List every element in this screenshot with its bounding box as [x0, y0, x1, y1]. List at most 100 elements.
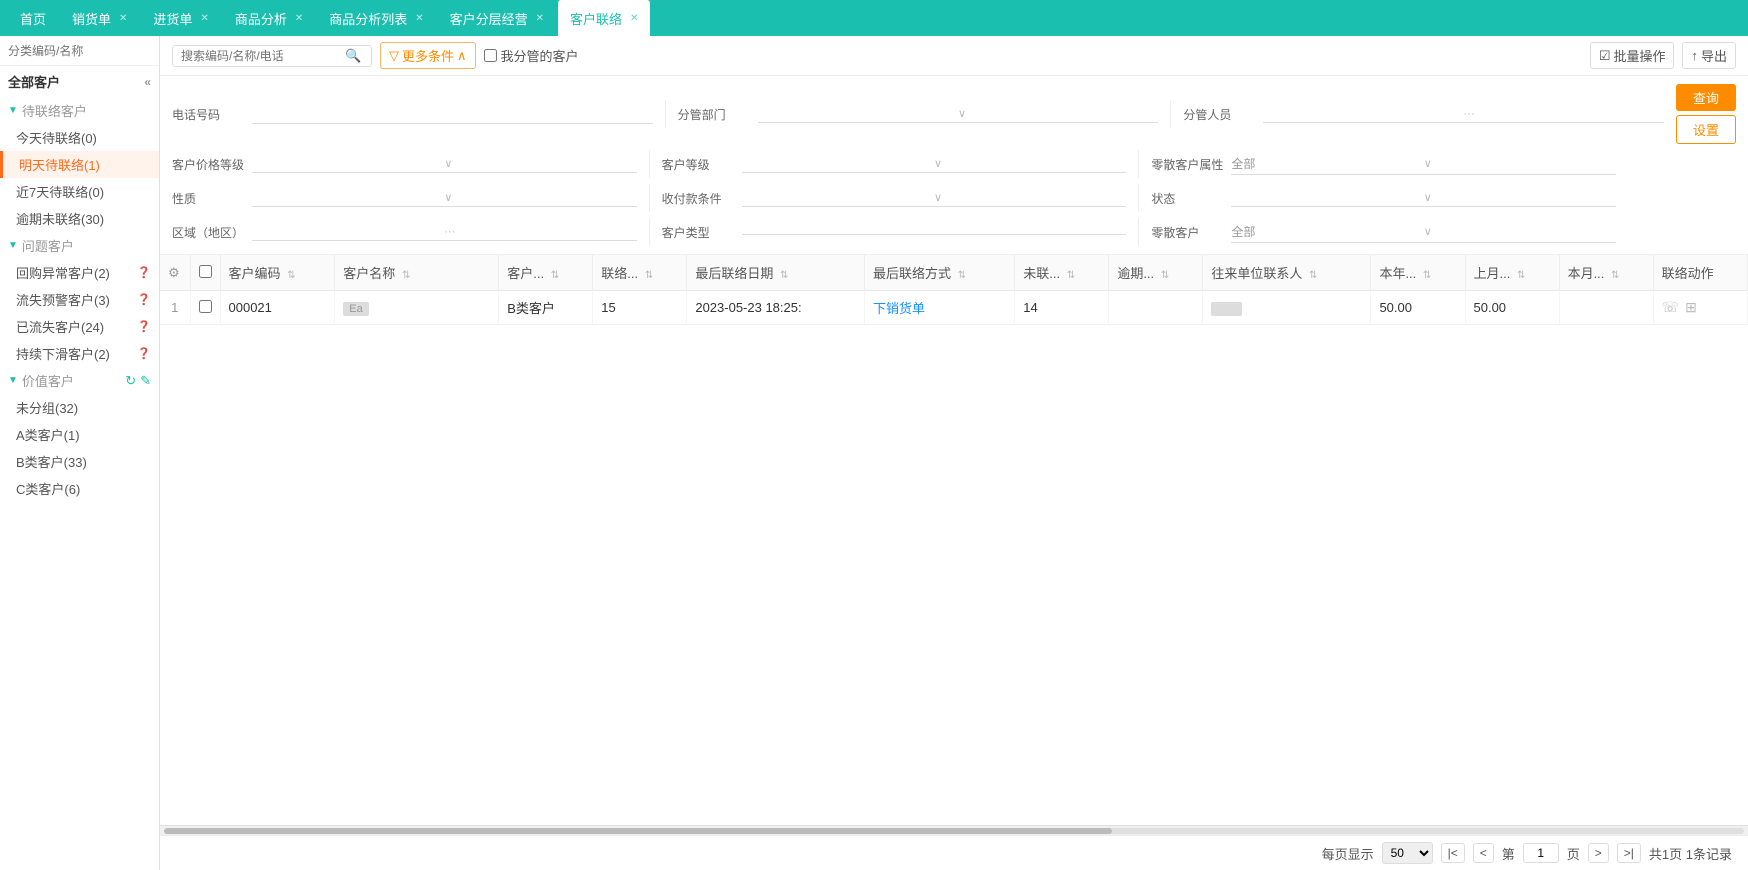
nav-product-analysis-list[interactable]: 商品分析列表 ✕ — [317, 0, 435, 36]
filter-my-customers[interactable]: 我分管的客户 — [484, 46, 579, 65]
col-code-sort[interactable]: ⇅ — [287, 270, 295, 281]
col-last-month-sort[interactable]: ⇅ — [1517, 270, 1525, 281]
nav-purchase-close[interactable]: ✕ — [200, 13, 208, 24]
sidebar-item-repurchase-help[interactable]: ❓ — [137, 266, 151, 279]
nav-sales-close[interactable]: ✕ — [119, 13, 127, 24]
filter-search-icon[interactable]: 🔍 — [345, 48, 361, 64]
col-type-sort[interactable]: ⇅ — [551, 270, 559, 281]
col-contact-sort[interactable]: ⇅ — [645, 270, 653, 281]
settings-button[interactable]: 设置 — [1676, 115, 1736, 144]
col-contact: 联络... ⇅ — [593, 255, 687, 291]
filter-payment-label: 收付款条件 — [662, 190, 742, 207]
filter-divider-8 — [1138, 218, 1139, 246]
bottom-scroll[interactable] — [160, 825, 1748, 835]
filter-retail-customer-label: 零散客户 — [1151, 224, 1231, 241]
per-page-select[interactable]: 50 100 200 — [1382, 842, 1433, 864]
col-last-method-label: 最后联络方式 — [873, 266, 951, 281]
nav-home[interactable]: 首页 — [8, 0, 58, 36]
sidebar-item-today[interactable]: 今天待联络(0) — [0, 124, 159, 151]
nav-customer-contact-close[interactable]: ✕ — [630, 13, 638, 24]
col-last-method-sort[interactable]: ⇅ — [958, 270, 966, 281]
row-grid-icon[interactable]: ⊞ — [1685, 299, 1697, 316]
sidebar-item-tomorrow[interactable]: 明天待联络(1) — [0, 151, 159, 178]
scroll-track — [164, 828, 1744, 834]
nav-customer-contact[interactable]: 客户联络 ✕ — [558, 0, 650, 36]
filter-phone-input[interactable] — [252, 105, 653, 124]
sidebar-item-churn-warning-help[interactable]: ❓ — [137, 293, 151, 306]
sidebar-item-overdue-pending[interactable]: 逾期未联络(30) — [0, 205, 159, 232]
col-unit-contact-sort[interactable]: ⇅ — [1309, 270, 1317, 281]
total-records: 共1页 1条记录 — [1649, 844, 1732, 863]
filter-nature-select[interactable]: ∨ — [252, 189, 637, 207]
col-uncontacted-sort[interactable]: ⇅ — [1067, 270, 1075, 281]
sidebar-value-edit[interactable]: ✎ — [140, 373, 151, 389]
batch-op-checkbox-icon: ☑ — [1599, 48, 1611, 64]
col-name-sort[interactable]: ⇅ — [402, 270, 410, 281]
filter-status-select[interactable]: ∨ — [1231, 189, 1616, 207]
col-this-month-sort[interactable]: ⇅ — [1611, 270, 1619, 281]
filter-row-1: 电话号码 分管部门 ∨ 分管人员 ··· — [172, 84, 1736, 144]
filter-person-select[interactable]: ··· — [1263, 106, 1664, 123]
sidebar-item-week[interactable]: 近7天待联络(0) — [0, 178, 159, 205]
sidebar-item-churned-help[interactable]: ❓ — [137, 320, 151, 333]
sidebar-item-churned[interactable]: 已流失客户(24) ❓ — [0, 313, 159, 340]
sidebar-item-repurchase[interactable]: 回购异常客户(2) ❓ — [0, 259, 159, 286]
col-settings: ⚙ — [160, 255, 190, 291]
sidebar-item-declining-help[interactable]: ❓ — [137, 347, 151, 360]
sidebar-item-declining[interactable]: 持续下滑客户(2) ❓ — [0, 340, 159, 367]
row-phone-icon[interactable]: ☏ — [1662, 299, 1680, 316]
first-page-btn[interactable]: |< — [1441, 843, 1465, 863]
col-this-year-sort[interactable]: ⇅ — [1423, 270, 1431, 281]
col-name-label: 客户名称 — [343, 266, 395, 281]
row-checkbox[interactable] — [199, 300, 212, 313]
sidebar-group-problem-label: 问题客户 — [22, 236, 74, 255]
sidebar-item-type-b[interactable]: B类客户(33) — [0, 448, 159, 475]
batch-op-button[interactable]: ☑ 批量操作 — [1590, 42, 1675, 69]
last-page-btn[interactable]: >| — [1617, 843, 1641, 863]
filter-search-input[interactable] — [181, 49, 341, 63]
sidebar-item-type-a[interactable]: A类客户(1) — [0, 421, 159, 448]
col-overdue-label: 逾期... — [1117, 266, 1154, 281]
batch-op-label: 批量操作 — [1613, 46, 1665, 65]
prev-page-btn[interactable]: < — [1473, 843, 1494, 863]
query-button[interactable]: 查询 — [1676, 84, 1736, 111]
filter-customer-level-select[interactable]: ∨ — [742, 155, 1127, 173]
filter-customer-type-select[interactable] — [742, 230, 1127, 235]
nav-customer-segment-close[interactable]: ✕ — [536, 13, 544, 24]
filter-retail-customer-select[interactable]: 全部 ∨ — [1231, 221, 1616, 243]
filter-divider-5 — [649, 184, 650, 212]
sidebar-all-customers[interactable]: 全部客户 « — [0, 66, 159, 97]
sidebar-search-input[interactable] — [8, 44, 160, 58]
sidebar-value-refresh[interactable]: ↻ — [125, 373, 136, 389]
filter-payment-select[interactable]: ∨ — [742, 189, 1127, 207]
nav-purchase[interactable]: 进货单 ✕ — [141, 0, 220, 36]
filter-my-customers-checkbox[interactable] — [484, 49, 497, 62]
nav-sales[interactable]: 销货单 ✕ — [60, 0, 139, 36]
nav-product-analysis-close[interactable]: ✕ — [295, 13, 303, 24]
sidebar-item-ungrouped[interactable]: 未分组(32) — [0, 394, 159, 421]
col-last-date-sort[interactable]: ⇅ — [780, 270, 788, 281]
filter-field-dept: 分管部门 ∨ — [678, 105, 1159, 123]
col-overdue-sort[interactable]: ⇅ — [1161, 270, 1169, 281]
filter-price-level-select[interactable]: ∨ — [252, 155, 637, 173]
sidebar-group-value: ▼ 价值客户 ↻ ✎ — [0, 367, 159, 394]
sidebar-item-type-c[interactable]: C类客户(6) — [0, 475, 159, 502]
nav-product-analysis[interactable]: 商品分析 ✕ — [223, 0, 315, 36]
row-last-method-link[interactable]: 下销货单 — [873, 301, 925, 316]
sidebar-collapse-icon: « — [144, 75, 151, 89]
nav-customer-segment[interactable]: 客户分层经营 ✕ — [438, 0, 556, 36]
sidebar-item-churn-warning[interactable]: 流失预警客户(3) ❓ — [0, 286, 159, 313]
settings-icon[interactable]: ⚙ — [168, 265, 180, 280]
select-all-checkbox[interactable] — [199, 265, 212, 278]
filter-dept-select[interactable]: ∨ — [758, 105, 1159, 123]
filter-funnel-icon: ▽ — [389, 48, 399, 64]
filter-area-select[interactable]: ··· — [252, 224, 637, 241]
export-button[interactable]: ↑ 导出 — [1682, 42, 1736, 69]
next-page-btn[interactable]: > — [1588, 843, 1609, 863]
page-number-input[interactable] — [1523, 843, 1559, 863]
filter-retail-attr-select[interactable]: 全部 ∨ — [1231, 153, 1616, 175]
nav-product-analysis-list-close[interactable]: ✕ — [415, 13, 423, 24]
filter-more-conditions[interactable]: ▽ 更多条件 ∧ — [380, 42, 476, 69]
filter-field-retail-customer: 零散客户 全部 ∨ — [1151, 221, 1616, 243]
col-last-date: 最后联络日期 ⇅ — [687, 255, 865, 291]
